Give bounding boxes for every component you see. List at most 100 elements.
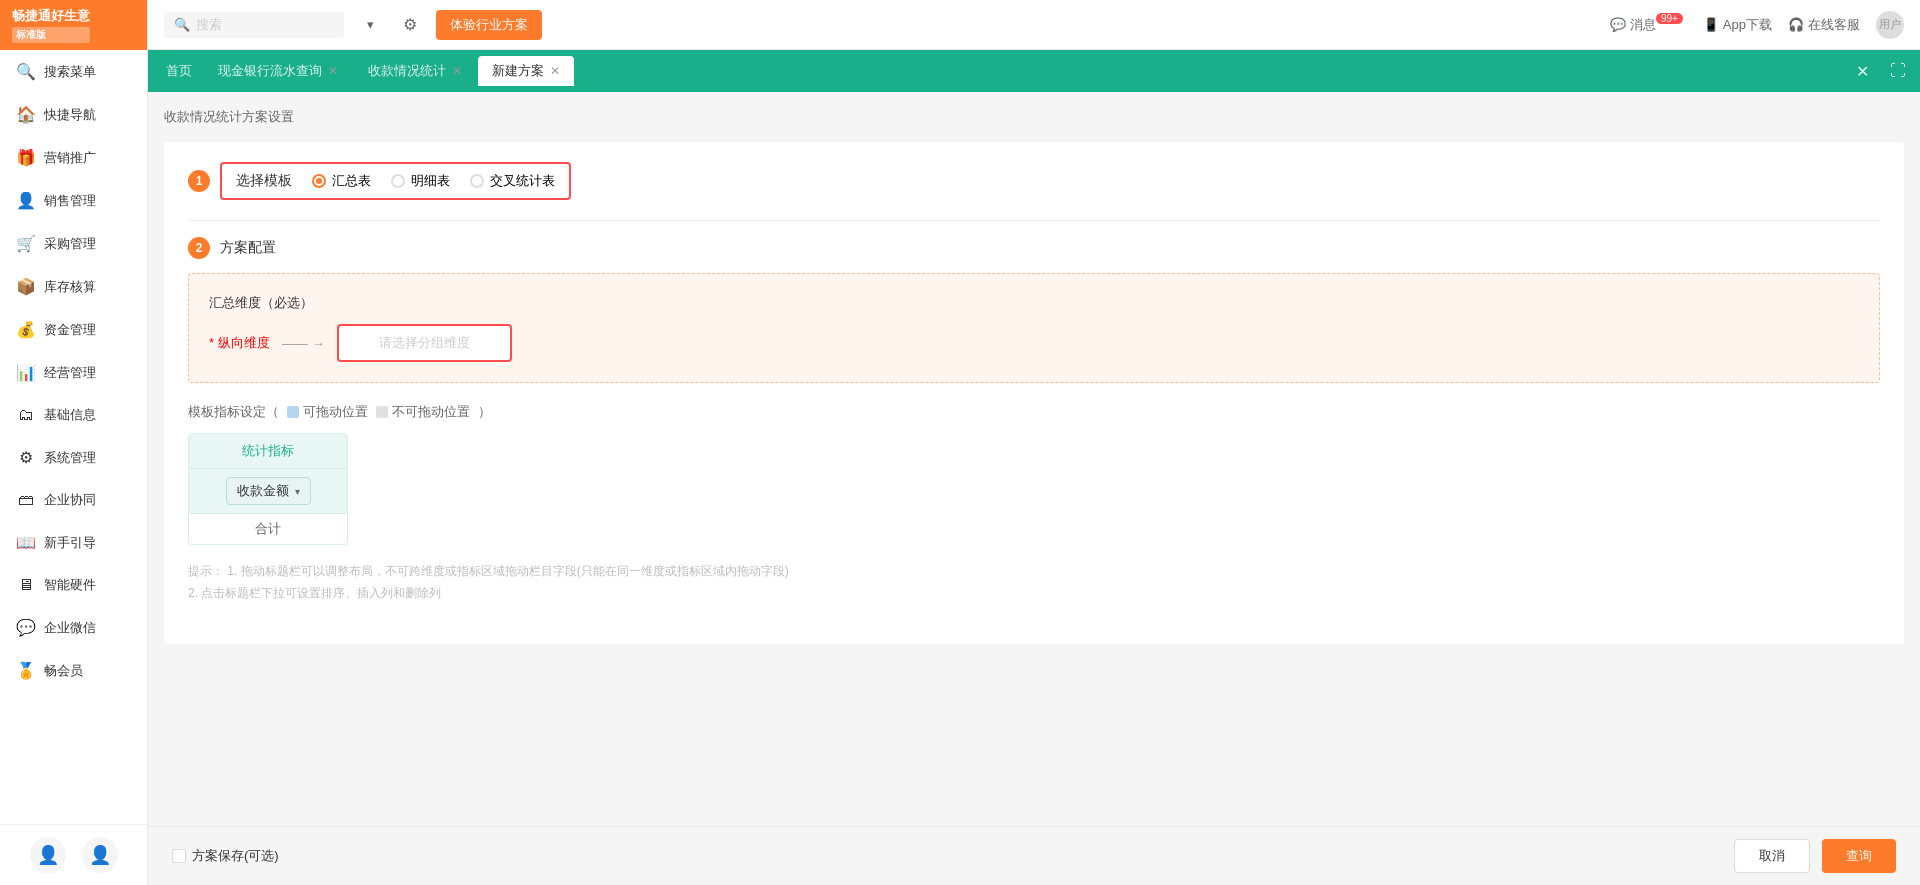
step2-section: 2 方案配置 汇总维度（必选） 纵向维度 ——→ 请选择分组维度 bbox=[188, 237, 1880, 604]
tab-home[interactable]: 首页 bbox=[156, 56, 202, 86]
bottom-bar: 方案保存(可选) 取消 查询 bbox=[148, 826, 1920, 885]
metric-total-label: 合计 bbox=[255, 521, 281, 536]
sidebar-label-basic-info: 基础信息 bbox=[44, 406, 96, 424]
tab-receipt-stats[interactable]: 收款情况统计✕ bbox=[354, 56, 476, 86]
sidebar-label-inventory: 库存核算 bbox=[44, 278, 96, 296]
sidebar-bottom: 👤 👤 bbox=[0, 824, 147, 885]
member-icon: 🏅 bbox=[16, 661, 36, 680]
sidebar-label-sales: 销售管理 bbox=[44, 192, 96, 210]
page-title: 收款情况统计方案设置 bbox=[164, 108, 1904, 126]
save-label: 方案保存(可选) bbox=[192, 847, 279, 865]
tab-new-plan[interactable]: 新建方案 ✕ bbox=[478, 56, 574, 86]
notification-item[interactable]: 💬 消息 99+ bbox=[1610, 16, 1687, 34]
hint-line-1: 提示： 1. 拖动标题栏可以调整布局，不可跨维度或指标区域拖动栏目字段(只能在同… bbox=[188, 561, 1880, 583]
tab-label-cash-bank: 现金银行流水查询 bbox=[218, 62, 322, 80]
industry-btn[interactable]: 体验行业方案 bbox=[436, 10, 542, 40]
arrow-icon: → bbox=[312, 336, 325, 351]
sidebar-item-operations[interactable]: 📊经营管理 bbox=[0, 351, 147, 394]
metric-chevron-icon: ▾ bbox=[295, 486, 300, 497]
download-item[interactable]: 📱 App下载 bbox=[1703, 16, 1772, 34]
main-card: 1 选择模板 汇总表 明细表 交叉统计表 bbox=[164, 142, 1904, 644]
basic-info-icon: 🗂 bbox=[16, 406, 36, 424]
bottom-actions: 取消 查询 bbox=[1734, 839, 1896, 873]
service-icon: 🎧 bbox=[1788, 17, 1804, 32]
service-item[interactable]: 🎧 在线客服 bbox=[1788, 16, 1860, 34]
metrics-section: 模板指标设定（ 可拖动位置 不可拖动位置 ） 统计指标 bbox=[188, 403, 1880, 545]
sidebar-item-member[interactable]: 🏅畅会员 bbox=[0, 649, 147, 692]
tab-close-cash-bank[interactable]: ✕ bbox=[328, 64, 338, 78]
sidebar-item-system[interactable]: ⚙系统管理 bbox=[0, 436, 147, 479]
sidebar-label-finance: 资金管理 bbox=[44, 321, 96, 339]
step1-header: 1 选择模板 汇总表 明细表 交叉统计表 bbox=[188, 162, 1880, 200]
sales-icon: 👤 bbox=[16, 191, 36, 210]
step2-badge: 2 bbox=[188, 237, 210, 259]
sidebar-item-inventory[interactable]: 📦 库存核算 bbox=[0, 265, 147, 308]
enterprise-collab-icon: 🗃 bbox=[16, 491, 36, 509]
metrics-section-label: 模板指标设定（ bbox=[188, 403, 279, 421]
purchase-icon: 🛒 bbox=[16, 234, 36, 253]
settings-icon[interactable]: ⚙ bbox=[396, 11, 424, 39]
metric-tag-row: 收款金额 ▾ bbox=[189, 469, 347, 514]
save-checkbox[interactable]: 方案保存(可选) bbox=[172, 847, 279, 865]
download-icon: 📱 bbox=[1703, 17, 1719, 32]
dimension-area: 汇总维度（必选） 纵向维度 ——→ 请选择分组维度 bbox=[188, 273, 1880, 383]
user-avatar[interactable]: 用户 bbox=[1876, 11, 1904, 39]
step1-section: 1 选择模板 汇总表 明细表 交叉统计表 bbox=[188, 162, 1880, 200]
tab-close-all-icon[interactable]: ✕ bbox=[1848, 57, 1876, 85]
radio-option-summary[interactable]: 汇总表 bbox=[312, 172, 371, 190]
tab-cash-bank[interactable]: 现金银行流水查询 ✕ bbox=[204, 56, 352, 86]
sidebar-item-marketing[interactable]: 🎁营销推广 bbox=[0, 136, 147, 179]
sidebar-item-newbie[interactable]: 📖新手引导 bbox=[0, 521, 147, 564]
draggable-label: 可拖动位置 bbox=[303, 403, 368, 421]
radio-option-cross[interactable]: 交叉统计表 bbox=[470, 172, 555, 190]
sidebar-label-search-menu: 搜索菜单 bbox=[44, 63, 96, 81]
sidebar-item-smart-hardware[interactable]: 🖥智能硬件 bbox=[0, 564, 147, 606]
notification-badge: 99+ bbox=[1656, 13, 1683, 24]
sidebar-label-quick-nav: 快捷导航 bbox=[44, 106, 96, 124]
save-checkbox-box[interactable] bbox=[172, 849, 186, 863]
sidebar-item-sales[interactable]: 👤 销售管理 bbox=[0, 179, 147, 222]
sidebar-item-purchase[interactable]: 🛒 采购管理 bbox=[0, 222, 147, 265]
sidebar-item-enterprise-collab[interactable]: 🗃企业协同 bbox=[0, 479, 147, 521]
sidebar-item-search-menu[interactable]: 🔍 搜索菜单 bbox=[0, 50, 147, 93]
sidebar-item-quick-nav[interactable]: 🏠快捷导航 bbox=[0, 93, 147, 136]
query-button[interactable]: 查询 bbox=[1822, 839, 1896, 873]
logo-text: 畅捷通好生意 bbox=[12, 7, 90, 25]
header-dropdown-btn[interactable]: ▾ bbox=[356, 11, 384, 39]
metric-total-row: 合计 bbox=[189, 514, 347, 544]
sidebar-item-basic-info[interactable]: 🗂 基础信息 bbox=[0, 394, 147, 436]
template-selection-box: 选择模板 汇总表 明细表 交叉统计表 bbox=[220, 162, 571, 200]
tab-label-new-plan: 新建方案 bbox=[492, 62, 544, 80]
tab-close-receipt-stats[interactable]: ✕ bbox=[452, 64, 462, 78]
step1-label: 选择模板 bbox=[236, 172, 292, 190]
search-placeholder: 搜索 bbox=[196, 16, 222, 34]
draggable-legend: 可拖动位置 bbox=[287, 403, 368, 421]
sidebar: 畅捷通好生意 标准版 🔍搜索菜单🏠快捷导航🎁营销推广👤销售管理🛒采购管理📦库存核… bbox=[0, 0, 148, 885]
inventory-icon: 📦 bbox=[16, 277, 36, 296]
metrics-table: 统计指标 收款金额 ▾ 合计 bbox=[188, 433, 348, 545]
sidebar-nav: 🔍 搜索菜单 🏠快捷导航🎁营销推广 👤 销售管理 🛒 采购管理 📦 库存核算 💰资金管理📊经营管理… bbox=[0, 50, 147, 692]
sidebar-item-finance[interactable]: 💰资金管理 bbox=[0, 308, 147, 351]
metrics-area-label: 统计指标 bbox=[242, 443, 294, 458]
metric-tag-amount[interactable]: 收款金额 ▾ bbox=[226, 477, 311, 505]
header-search[interactable]: 🔍 搜索 bbox=[164, 12, 344, 38]
sidebar-label-purchase: 采购管理 bbox=[44, 235, 96, 253]
sidebar-avatar-1[interactable]: 👤 bbox=[30, 837, 66, 873]
header-right: 💬 消息 99+ 📱 App下载 🎧 在线客服 用户 bbox=[1610, 11, 1904, 39]
tab-bar: 首页 现金银行流水查询✕收款情况统计✕新建方案✕ ✕ ⛶ bbox=[148, 50, 1920, 92]
radio-option-detail[interactable]: 明细表 bbox=[391, 172, 450, 190]
sidebar-avatar-2[interactable]: 👤 bbox=[82, 837, 118, 873]
non-draggable-legend: 不可拖动位置 bbox=[376, 403, 470, 421]
tab-expand-icon[interactable]: ⛶ bbox=[1884, 57, 1912, 85]
sidebar-label-smart-hardware: 智能硬件 bbox=[44, 576, 96, 594]
dimension-select[interactable]: 请选择分组维度 bbox=[337, 324, 512, 362]
radio-label-summary: 汇总表 bbox=[332, 172, 371, 190]
sidebar-item-enterprise-wechat[interactable]: 💬企业微信 bbox=[0, 606, 147, 649]
search-menu-icon: 🔍 bbox=[16, 62, 36, 81]
sidebar-label-newbie: 新手引导 bbox=[44, 534, 96, 552]
draggable-dot bbox=[287, 406, 299, 418]
tab-close-new-plan[interactable]: ✕ bbox=[550, 64, 560, 78]
download-label: App下载 bbox=[1723, 16, 1772, 34]
sidebar-label-enterprise-wechat: 企业微信 bbox=[44, 619, 96, 637]
cancel-button[interactable]: 取消 bbox=[1734, 839, 1810, 873]
